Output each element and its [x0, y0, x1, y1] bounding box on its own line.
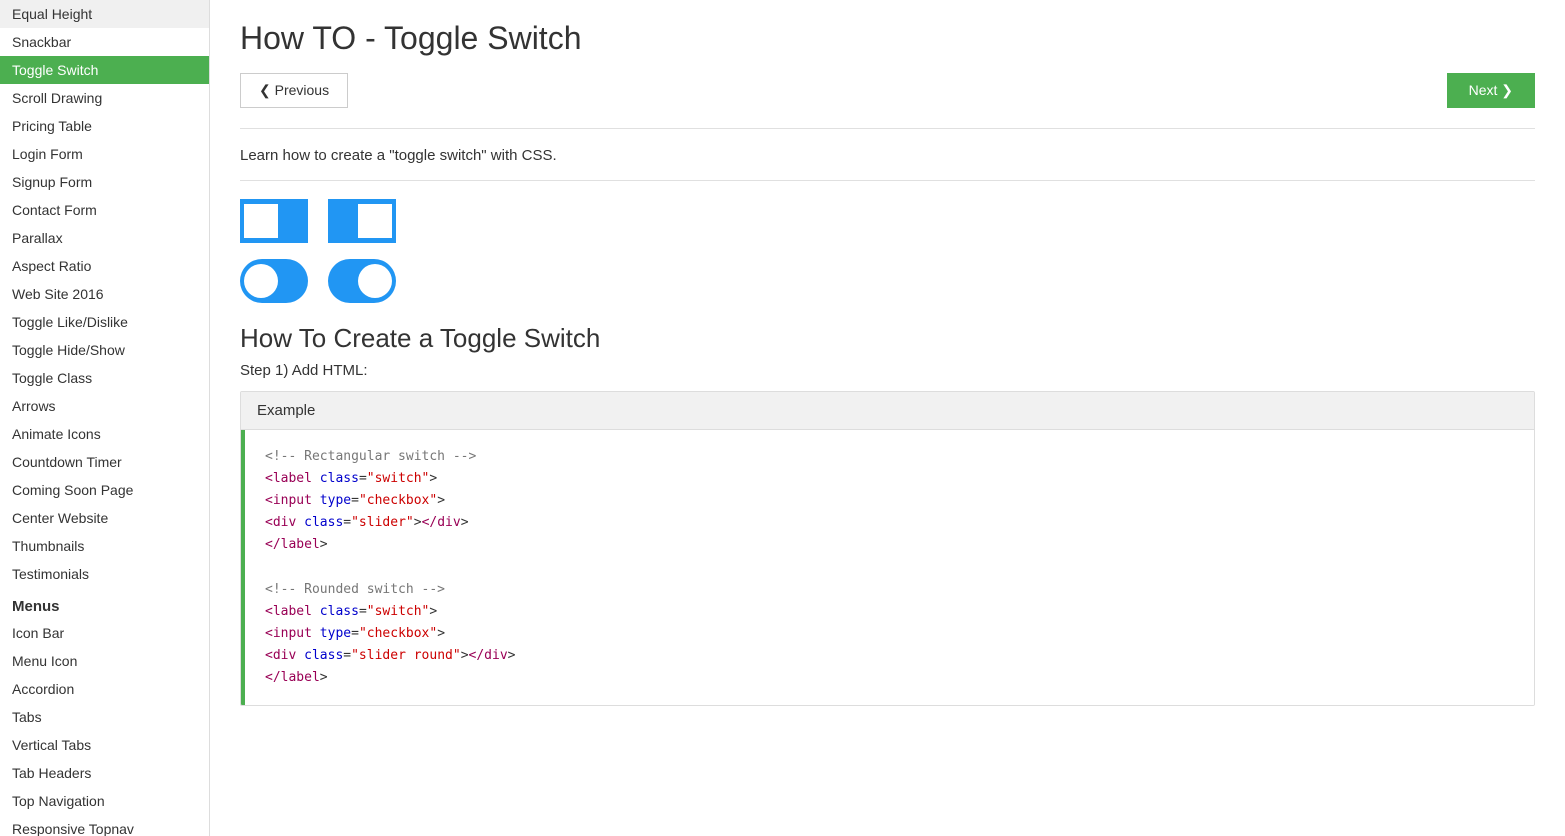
code-line: <label class="switch"> [265, 468, 1514, 490]
code-line: </label> [265, 667, 1514, 689]
sidebar-item[interactable]: Equal Height [0, 0, 209, 28]
code-line: <label class="switch"> [265, 601, 1514, 623]
sidebar-menu-item[interactable]: Tab Headers [0, 759, 209, 787]
code-line: <input type="checkbox"> [265, 623, 1514, 645]
example-header: Example [241, 392, 1534, 430]
sidebar-menu-item[interactable]: Top Navigation [0, 787, 209, 815]
toggle-rect-off[interactable] [328, 199, 396, 243]
sidebar-item[interactable]: Center Website [0, 504, 209, 532]
toggle-demos [240, 199, 1535, 303]
code-line: <!-- Rounded switch --> [265, 579, 1514, 601]
sidebar-item[interactable]: Web Site 2016 [0, 280, 209, 308]
sidebar-item[interactable]: Scroll Drawing [0, 84, 209, 112]
nav-buttons: ❮ Previous Next ❯ [240, 73, 1535, 108]
sidebar-item[interactable]: Animate Icons [0, 420, 209, 448]
sidebar-item[interactable]: Coming Soon Page [0, 476, 209, 504]
sidebar-item[interactable]: Toggle Like/Dislike [0, 308, 209, 336]
sidebar-item[interactable]: Aspect Ratio [0, 252, 209, 280]
toggle-row-round [240, 259, 1535, 303]
page-title: How TO - Toggle Switch [240, 20, 1535, 57]
sidebar-item[interactable]: Parallax [0, 224, 209, 252]
sidebar-item[interactable]: Contact Form [0, 196, 209, 224]
sidebar-menu-item[interactable]: Menu Icon [0, 647, 209, 675]
sidebar-item[interactable]: Pricing Table [0, 112, 209, 140]
example-body: <!-- Rectangular switch --><label class=… [241, 430, 1534, 705]
divider-2 [240, 180, 1535, 181]
code-line: <input type="checkbox"> [265, 490, 1514, 512]
menus-section-label: Menus [0, 588, 209, 619]
sidebar: Equal HeightSnackbarToggle SwitchScroll … [0, 0, 210, 836]
sidebar-menu-item[interactable]: Tabs [0, 703, 209, 731]
toggle-rect-on[interactable] [240, 199, 308, 243]
toggle-round-off[interactable] [328, 259, 396, 303]
sidebar-item[interactable]: Toggle Switch [0, 56, 209, 84]
main-content: How TO - Toggle Switch ❮ Previous Next ❯… [210, 0, 1565, 836]
sidebar-menu-item[interactable]: Vertical Tabs [0, 731, 209, 759]
sidebar-item[interactable]: Toggle Hide/Show [0, 336, 209, 364]
divider-1 [240, 128, 1535, 129]
sidebar-menu-item[interactable]: Responsive Topnav [0, 815, 209, 836]
sidebar-item[interactable]: Login Form [0, 140, 209, 168]
sidebar-menu-item[interactable]: Icon Bar [0, 619, 209, 647]
toggle-round-on[interactable] [240, 259, 308, 303]
code-line: </label> [265, 534, 1514, 556]
step1-label: Step 1) Add HTML: [240, 362, 1535, 379]
code-line [265, 556, 1514, 578]
code-line: <div class="slider round"></div> [265, 645, 1514, 667]
sidebar-item[interactable]: Signup Form [0, 168, 209, 196]
code-line: <!-- Rectangular switch --> [265, 446, 1514, 468]
sidebar-item[interactable]: Countdown Timer [0, 448, 209, 476]
example-box: Example <!-- Rectangular switch --><labe… [240, 391, 1535, 706]
prev-button[interactable]: ❮ Previous [240, 73, 348, 108]
description-text: Learn how to create a "toggle switch" wi… [240, 147, 1535, 164]
toggle-row-rect [240, 199, 1535, 243]
sidebar-menu-item[interactable]: Accordion [0, 675, 209, 703]
sidebar-item[interactable]: Arrows [0, 392, 209, 420]
sidebar-item[interactable]: Testimonials [0, 560, 209, 588]
code-line: <div class="slider"></div> [265, 512, 1514, 534]
sidebar-item[interactable]: Snackbar [0, 28, 209, 56]
next-button[interactable]: Next ❯ [1447, 73, 1535, 108]
how-to-title: How To Create a Toggle Switch [240, 323, 1535, 354]
sidebar-item[interactable]: Thumbnails [0, 532, 209, 560]
sidebar-item[interactable]: Toggle Class [0, 364, 209, 392]
